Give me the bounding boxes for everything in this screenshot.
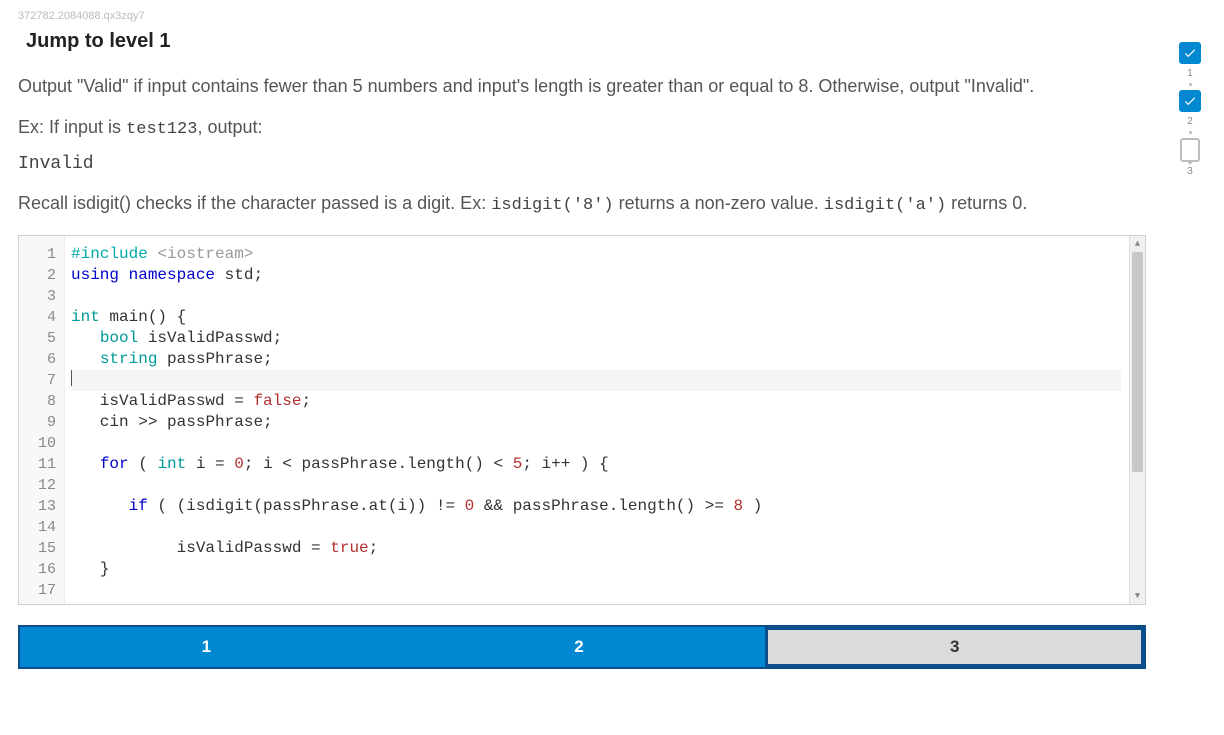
code-line[interactable] <box>71 580 1121 601</box>
progress-label: 3 <box>1187 166 1193 177</box>
level-tab-3[interactable]: 3 <box>765 627 1144 667</box>
progress-label: 2 <box>1187 116 1193 127</box>
code-editor[interactable]: 1234567891011121314151617 #include <iost… <box>18 235 1146 605</box>
code-line[interactable] <box>71 370 1121 391</box>
prompt-line-3: Recall isdigit() checks if the character… <box>18 188 1142 221</box>
meta-id: 372782.2084088.qx3zqy7 <box>18 10 1142 22</box>
code-line[interactable]: if ( (isdigit(passPhrase.at(i)) != 0 && … <box>71 496 1121 517</box>
progress-step-2[interactable] <box>1179 90 1201 112</box>
code-line[interactable]: #include <iostream> <box>71 244 1121 265</box>
code-line[interactable]: using namespace std; <box>71 265 1121 286</box>
check-icon <box>1183 94 1197 108</box>
code-line[interactable]: string passPhrase; <box>71 349 1121 370</box>
editor-scrollbar[interactable]: ▲ ▼ <box>1129 236 1145 604</box>
code-line[interactable]: for ( int i = 0; i < passPhrase.length()… <box>71 454 1121 475</box>
code-line[interactable]: cin >> passPhrase; <box>71 412 1121 433</box>
progress-column: 1 2 3 <box>1174 42 1206 177</box>
jump-header: Jump to level 1 <box>26 30 1142 53</box>
example-output: Invalid <box>18 154 1142 174</box>
code-line[interactable] <box>71 475 1121 496</box>
progress-step-3[interactable] <box>1180 138 1200 162</box>
level-tab-2[interactable]: 2 <box>393 627 766 667</box>
progress-step-1[interactable] <box>1179 42 1201 64</box>
level-tab-1[interactable]: 1 <box>20 627 393 667</box>
check-icon <box>1183 46 1197 60</box>
level-tabs: 123 <box>18 625 1146 669</box>
scroll-down-icon[interactable]: ▼ <box>1130 588 1145 604</box>
progress-label: 1 <box>1187 68 1193 79</box>
code-line[interactable] <box>71 517 1121 538</box>
code-line[interactable]: isValidPasswd = false; <box>71 391 1121 412</box>
scroll-up-icon[interactable]: ▲ <box>1130 236 1145 252</box>
progress-separator-icon <box>1189 131 1192 134</box>
scroll-thumb[interactable] <box>1132 252 1143 472</box>
code-line[interactable] <box>71 286 1121 307</box>
code-line[interactable] <box>71 433 1121 454</box>
code-area[interactable]: #include <iostream>using namespace std; i… <box>65 236 1129 604</box>
code-line[interactable]: int main() { <box>71 307 1121 328</box>
prompt-line-1: Output "Valid" if input contains fewer t… <box>18 71 1142 102</box>
prompt-line-2: Ex: If input is test123, output: <box>18 112 1142 145</box>
line-gutter: 1234567891011121314151617 <box>19 236 65 604</box>
code-line[interactable]: isValidPasswd = true; <box>71 538 1121 559</box>
progress-separator-icon <box>1189 83 1192 86</box>
code-line[interactable]: bool isValidPasswd; <box>71 328 1121 349</box>
code-line[interactable]: } <box>71 559 1121 580</box>
